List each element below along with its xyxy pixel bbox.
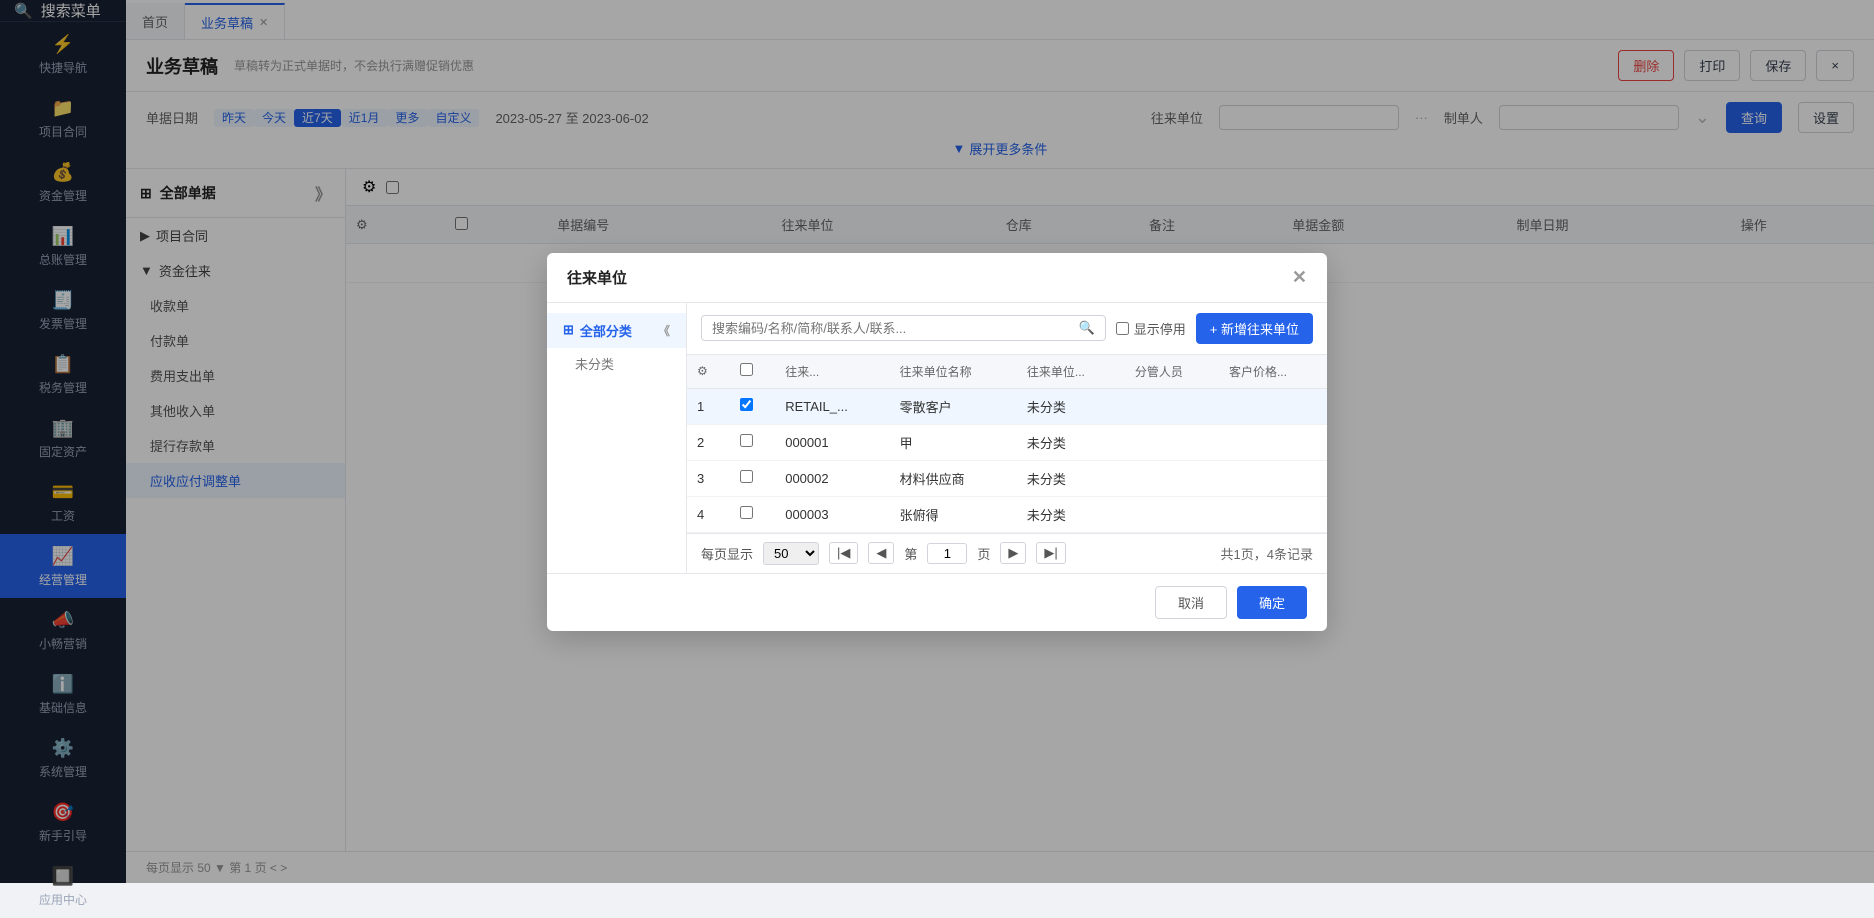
modal-title: 往来单位 xyxy=(567,267,627,288)
row-category: 未分类 xyxy=(1017,496,1125,532)
row-select-checkbox[interactable] xyxy=(740,434,753,447)
modal-close-button[interactable]: ✕ xyxy=(1292,267,1307,288)
row-price xyxy=(1219,388,1327,424)
row-manager xyxy=(1125,424,1219,460)
add-counterparty-button[interactable]: + 新增往来单位 xyxy=(1196,313,1313,344)
table-row[interactable]: 2 000001 甲 未分类 xyxy=(687,424,1327,460)
page-label: 页 xyxy=(977,544,990,563)
row-manager xyxy=(1125,388,1219,424)
row-price xyxy=(1219,460,1327,496)
sidebar-item-label: 应用中心 xyxy=(39,891,87,908)
row-code: RETAIL_... xyxy=(775,388,889,424)
row-checkbox[interactable] xyxy=(730,388,776,424)
row-category: 未分类 xyxy=(1017,388,1125,424)
row-name: 甲 xyxy=(890,424,1017,460)
modal-col-code: 往来... xyxy=(775,355,889,389)
modal-search-box[interactable]: 🔍 xyxy=(701,315,1106,341)
row-select-checkbox[interactable] xyxy=(740,506,753,519)
row-price xyxy=(1219,424,1327,460)
modal-col-name: 往来单位名称 xyxy=(890,355,1017,389)
row-checkbox[interactable] xyxy=(730,460,776,496)
modal-header-checkbox[interactable] xyxy=(740,363,753,376)
per-page-select[interactable]: 50 100 xyxy=(763,542,819,565)
per-page-label: 每页显示 xyxy=(701,544,753,563)
total-info: 共1页，4条记录 xyxy=(1221,544,1313,563)
row-code: 000001 xyxy=(775,424,889,460)
row-num: 1 xyxy=(687,388,730,424)
row-select-checkbox[interactable] xyxy=(740,470,753,483)
first-page-button[interactable]: |◀ xyxy=(829,542,858,564)
modal-search-input[interactable] xyxy=(712,321,1073,336)
modal-table: ⚙ 往来... 往来单位名称 往来单位... 分管人员 客户价格... 1 RE… xyxy=(687,355,1327,533)
search-icon-modal: 🔍 xyxy=(1079,320,1095,336)
row-num: 3 xyxy=(687,460,730,496)
table-row[interactable]: 4 000003 张俯得 未分类 xyxy=(687,496,1327,532)
modal-col-checkbox xyxy=(730,355,776,389)
modal-right-panel: 🔍 显示停用 + 新增往来单位 ⚙ xyxy=(687,303,1327,573)
show-disabled-checkbox[interactable] xyxy=(1116,322,1129,335)
modal-category-unclassified[interactable]: 未分类 xyxy=(547,348,686,379)
modal-header: 往来单位 ✕ xyxy=(547,253,1327,303)
counterparty-modal: 往来单位 ✕ ⊞ 全部分类 《 未分类 🔍 xyxy=(547,253,1327,631)
row-checkbox[interactable] xyxy=(730,496,776,532)
row-name: 零散客户 xyxy=(890,388,1017,424)
row-price xyxy=(1219,496,1327,532)
row-manager xyxy=(1125,460,1219,496)
row-name: 材料供应商 xyxy=(890,460,1017,496)
last-page-button[interactable]: ▶| xyxy=(1036,542,1065,564)
cancel-button[interactable]: 取消 xyxy=(1155,586,1227,619)
row-num: 2 xyxy=(687,424,730,460)
table-row[interactable]: 3 000002 材料供应商 未分类 xyxy=(687,460,1327,496)
row-name: 张俯得 xyxy=(890,496,1017,532)
next-page-button[interactable]: ▶ xyxy=(1000,542,1026,564)
page-input[interactable] xyxy=(927,543,967,564)
modal-left-panel: ⊞ 全部分类 《 未分类 xyxy=(547,303,687,573)
confirm-button[interactable]: 确定 xyxy=(1237,586,1307,619)
modal-col-settings: ⚙ xyxy=(687,355,730,389)
prev-page-button[interactable]: ◀ xyxy=(868,542,894,564)
modal-body: ⊞ 全部分类 《 未分类 🔍 显示停用 xyxy=(547,303,1327,573)
show-disabled-label[interactable]: 显示停用 xyxy=(1116,319,1186,338)
row-category: 未分类 xyxy=(1017,460,1125,496)
modal-pagination-bar: 每页显示 50 100 |◀ ◀ 第 页 ▶ ▶| 共1页，4条记录 xyxy=(687,533,1327,573)
row-code: 000003 xyxy=(775,496,889,532)
row-manager xyxy=(1125,496,1219,532)
collapse-modal-left[interactable]: 《 xyxy=(658,322,670,339)
row-num: 4 xyxy=(687,496,730,532)
modal-col-manager: 分管人员 xyxy=(1125,355,1219,389)
modal-overlay: 往来单位 ✕ ⊞ 全部分类 《 未分类 🔍 xyxy=(0,0,1874,883)
modal-col-category: 往来单位... xyxy=(1017,355,1125,389)
row-checkbox[interactable] xyxy=(730,424,776,460)
row-category: 未分类 xyxy=(1017,424,1125,460)
modal-category-all[interactable]: ⊞ 全部分类 《 xyxy=(547,313,686,348)
grid-icon-modal: ⊞ xyxy=(563,322,574,338)
row-select-checkbox[interactable] xyxy=(740,398,753,411)
modal-toolbar: 🔍 显示停用 + 新增往来单位 xyxy=(687,303,1327,355)
modal-col-price: 客户价格... xyxy=(1219,355,1327,389)
modal-table-wrap: ⚙ 往来... 往来单位名称 往来单位... 分管人员 客户价格... 1 RE… xyxy=(687,355,1327,533)
modal-buttons: 取消 确定 xyxy=(547,573,1327,631)
row-code: 000002 xyxy=(775,460,889,496)
page-word: 第 xyxy=(904,544,917,563)
table-row[interactable]: 1 RETAIL_... 零散客户 未分类 xyxy=(687,388,1327,424)
